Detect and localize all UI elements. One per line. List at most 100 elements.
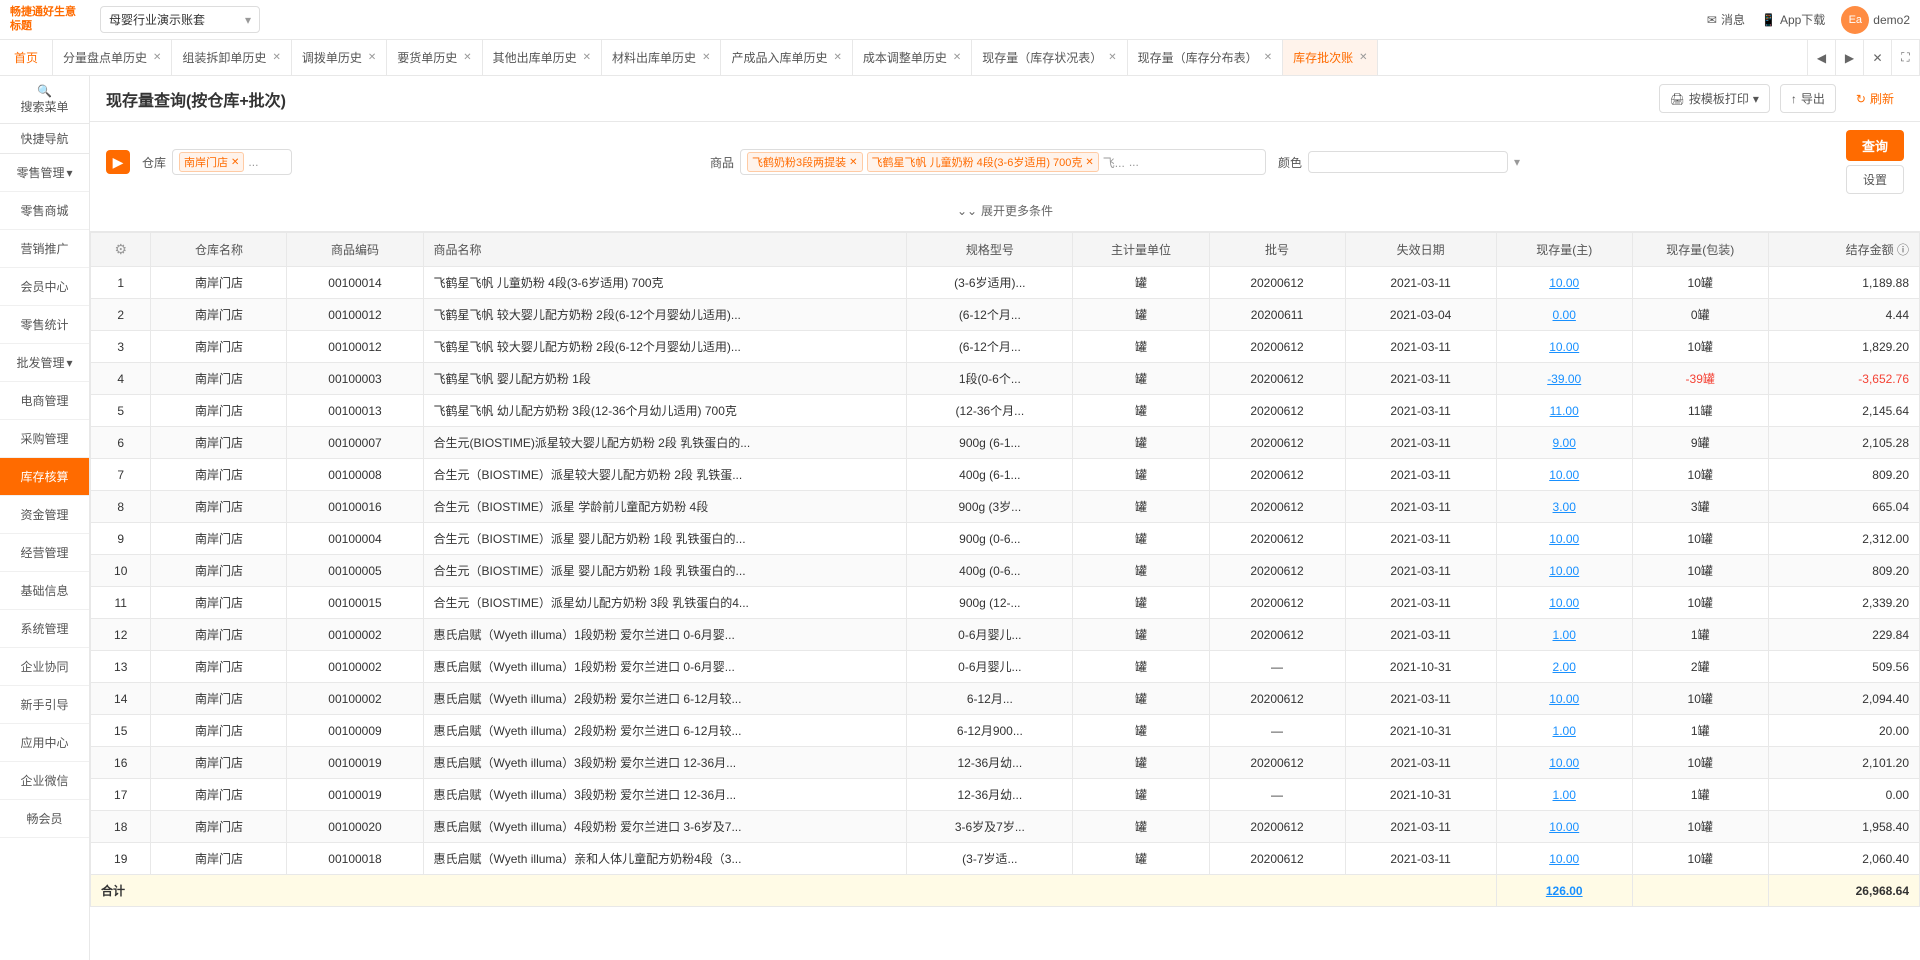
close-icon[interactable]: ✕ (153, 52, 161, 63)
sidebar-item-members[interactable]: 会员中心 (0, 268, 89, 306)
settings-button[interactable]: 设置 (1846, 165, 1904, 194)
row-spec: (12-36个月... (907, 395, 1073, 427)
row-qty-main[interactable]: 10.00 (1496, 523, 1632, 555)
expand-conditions-button[interactable]: ⌄⌄ 展开更多条件 (106, 198, 1904, 223)
sidebar-item-inventory[interactable]: 库存核算 (0, 458, 89, 496)
tab-scroll-right[interactable]: ▶ (1836, 40, 1864, 76)
close-icon[interactable]: ✕ (1359, 52, 1367, 63)
sidebar-item-vip[interactable]: 畅会员 (0, 800, 89, 838)
user-menu[interactable]: Ea demo2 (1841, 6, 1910, 34)
row-qty-main[interactable]: 2.00 (1496, 651, 1632, 683)
query-button[interactable]: 查询 (1846, 130, 1904, 161)
tab-inventory-split[interactable]: 分量盘点单历史 ✕ (53, 40, 172, 76)
sidebar-item-ecommerce[interactable]: 电商管理 (0, 382, 89, 420)
sidebar-search[interactable]: 🔍 搜索菜单 (0, 76, 89, 124)
product-tags-container[interactable]: 飞鹤奶粉3段两提装 ✕ 飞鹤星飞帆 儿童奶粉 4段(3-6岁适用) 700克 ✕… (740, 149, 1266, 175)
close-icon[interactable]: ✕ (272, 52, 280, 63)
page-title: 现存量查询(按仓库+批次) (106, 87, 286, 111)
row-qty-main[interactable]: -39.00 (1496, 363, 1632, 395)
sidebar-item-retail[interactable]: 零售管理 ▾ (0, 154, 89, 192)
close-icon[interactable]: ✕ (368, 52, 376, 63)
row-qty-main[interactable]: 1.00 (1496, 779, 1632, 811)
sidebar-item-system[interactable]: 系统管理 (0, 610, 89, 648)
sidebar-item-wholesale[interactable]: 批发管理 ▾ (0, 344, 89, 382)
tab-requisition[interactable]: 要货单历史 ✕ (387, 40, 482, 76)
sidebar-item-operations[interactable]: 经营管理 (0, 534, 89, 572)
chevron-down-icon[interactable]: ▾ (1514, 155, 1520, 169)
row-unit: 罐 (1073, 555, 1209, 587)
filter-expand-button[interactable]: ▶ (106, 150, 130, 174)
row-name: 惠氏启赋（Wyeth illuma）亲和人体儿童配方奶粉4段（3... (423, 843, 907, 875)
messages-button[interactable]: ✉ 消息 (1707, 11, 1745, 28)
warehouse-tag-nanan[interactable]: 南岸门店 ✕ (179, 152, 244, 172)
row-qty-main[interactable]: 10.00 (1496, 459, 1632, 491)
product-filter-group: 商品 飞鹤奶粉3段两提装 ✕ 飞鹤星飞帆 儿童奶粉 4段(3-6岁适用) 700… (710, 149, 1266, 175)
refresh-button[interactable]: ↻ 刷新 (1846, 85, 1904, 112)
tab-material-out[interactable]: 材料出库单历史 ✕ (602, 40, 721, 76)
row-qty-main[interactable]: 10.00 (1496, 331, 1632, 363)
close-icon[interactable]: ✕ (849, 157, 857, 168)
row-qty-main[interactable]: 10.00 (1496, 267, 1632, 299)
row-qty-main[interactable]: 10.00 (1496, 587, 1632, 619)
filter-more-indicator: ... (248, 155, 258, 169)
product-tag-1[interactable]: 飞鹤奶粉3段两提装 ✕ (747, 152, 863, 172)
row-qty-main[interactable]: 10.00 (1496, 683, 1632, 715)
close-icon[interactable]: ✕ (463, 52, 471, 63)
close-icon[interactable]: ✕ (583, 52, 591, 63)
row-code: 00100002 (287, 683, 423, 715)
tab-cost-adjust[interactable]: 成本调整单历史 ✕ (853, 40, 972, 76)
row-qty-main[interactable]: 1.00 (1496, 619, 1632, 651)
sidebar-item-basic[interactable]: 基础信息 (0, 572, 89, 610)
row-code: 00100019 (287, 747, 423, 779)
close-icon[interactable]: ✕ (953, 52, 961, 63)
close-icon[interactable]: ✕ (231, 157, 239, 168)
product-tag-2[interactable]: 飞鹤星飞帆 儿童奶粉 4段(3-6岁适用) 700克 ✕ (867, 152, 1099, 172)
row-spec: 12-36月幼... (907, 747, 1073, 779)
row-qty-main[interactable]: 10.00 (1496, 843, 1632, 875)
close-icon[interactable]: ✕ (1085, 157, 1093, 168)
row-expiry: 2021-03-11 (1345, 395, 1496, 427)
export-button[interactable]: ↑ 导出 (1780, 84, 1836, 113)
sidebar-item-marketing[interactable]: 营销推广 (0, 230, 89, 268)
sidebar-item-retail-shop[interactable]: 零售商城 (0, 192, 89, 230)
row-qty-main[interactable]: 10.00 (1496, 747, 1632, 779)
row-qty-main[interactable]: 1.00 (1496, 715, 1632, 747)
tab-maximize[interactable]: ⛶ (1892, 40, 1920, 76)
sidebar-item-apps[interactable]: 应用中心 (0, 724, 89, 762)
tab-inventory-status[interactable]: 现存量（库存状况表） ✕ (972, 40, 1127, 76)
sidebar-item-purchase[interactable]: 采购管理 (0, 420, 89, 458)
tab-inventory-dist[interactable]: 现存量（库存分布表） ✕ (1128, 40, 1283, 76)
tab-close-current[interactable]: ✕ (1864, 40, 1892, 76)
row-qty-main[interactable]: 0.00 (1496, 299, 1632, 331)
sidebar-item-enterprise[interactable]: 企业协同 (0, 648, 89, 686)
sidebar-item-wechat[interactable]: 企业微信 (0, 762, 89, 800)
close-icon[interactable]: ✕ (702, 52, 710, 63)
tab-disassemble[interactable]: 组装拆卸单历史 ✕ (172, 40, 291, 76)
row-qty-main[interactable]: 11.00 (1496, 395, 1632, 427)
close-icon[interactable]: ✕ (833, 52, 841, 63)
sidebar-item-guide[interactable]: 新手引导 (0, 686, 89, 724)
tab-other-out[interactable]: 其他出库单历史 ✕ (483, 40, 602, 76)
color-filter-label: 颜色 (1278, 154, 1302, 171)
close-icon[interactable]: ✕ (1108, 52, 1116, 63)
row-qty-main[interactable]: 10.00 (1496, 555, 1632, 587)
total-qty-main[interactable]: 126.00 (1496, 875, 1632, 907)
row-qty-main[interactable]: 3.00 (1496, 491, 1632, 523)
color-input[interactable] (1308, 151, 1508, 173)
sidebar-item-retail-stats[interactable]: 零售统计 (0, 306, 89, 344)
account-selector[interactable]: 母婴行业演示账套 ▾ (100, 6, 260, 33)
tab-home[interactable]: 首页 (0, 40, 53, 76)
tab-scroll-left[interactable]: ◀ (1808, 40, 1836, 76)
warehouse-tags-container[interactable]: 南岸门店 ✕ ... (172, 149, 292, 175)
row-qty-main[interactable]: 10.00 (1496, 811, 1632, 843)
print-template-button[interactable]: 🖨 按模板打印 ▾ (1659, 84, 1770, 113)
close-icon[interactable]: ✕ (1264, 52, 1272, 63)
tab-batch-ledger[interactable]: 库存批次账 ✕ (1283, 40, 1378, 76)
col-settings-icon[interactable]: ⚙ (91, 233, 151, 267)
tab-allocation[interactable]: 调拨单历史 ✕ (292, 40, 387, 76)
sidebar-quick-nav[interactable]: 快捷导航 (0, 124, 89, 154)
row-qty-main[interactable]: 9.00 (1496, 427, 1632, 459)
app-download-button[interactable]: 📱 App下载 (1761, 11, 1825, 28)
sidebar-item-finance[interactable]: 资金管理 (0, 496, 89, 534)
tab-product-in[interactable]: 产成品入库单历史 ✕ (721, 40, 852, 76)
